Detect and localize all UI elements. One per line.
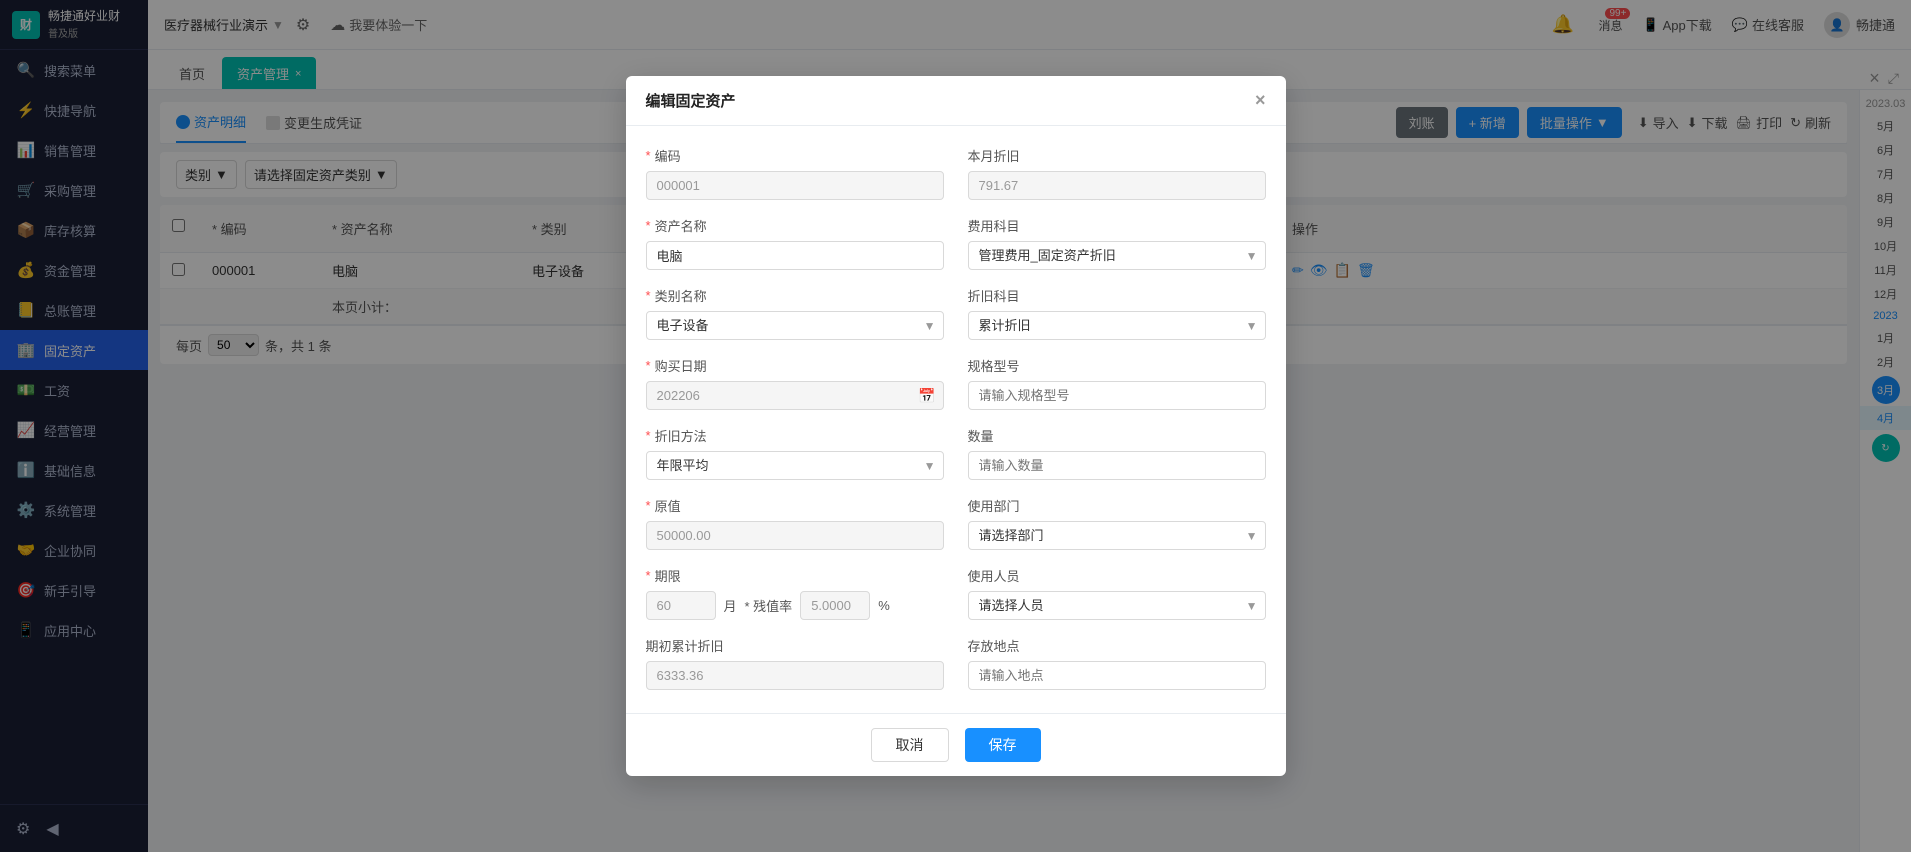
- modal-title: 编辑固定资产: [646, 90, 736, 111]
- initial-accum-input[interactable]: [646, 661, 944, 690]
- person-select[interactable]: 请选择人员: [968, 591, 1266, 620]
- modal-header: 编辑固定资产 ×: [626, 76, 1286, 126]
- purchase-date-input[interactable]: [646, 381, 944, 410]
- edit-asset-modal: 编辑固定资产 × * 编码: [626, 76, 1286, 776]
- person-select-wrap: 请选择人员 ▼: [968, 591, 1266, 620]
- form-left-col: * 编码 * 资产名称: [646, 146, 944, 706]
- save-button[interactable]: 保存: [965, 728, 1041, 762]
- period-residual-group: 月 * 残值率 %: [646, 591, 944, 620]
- cancel-button[interactable]: 取消: [871, 728, 949, 762]
- modal-close-button[interactable]: ×: [1255, 90, 1266, 111]
- form-row-initial-accum: 期初累计折旧: [646, 636, 944, 690]
- code-input[interactable]: [646, 171, 944, 200]
- category-select[interactable]: 电子设备: [646, 311, 944, 340]
- form-row-category: * 类别名称 电子设备 ▼: [646, 286, 944, 340]
- period-input[interactable]: [646, 591, 716, 620]
- form-right-col: 本月折旧 费用科目 管理费用_固定资产折旧 ▼: [968, 146, 1266, 706]
- dept-select-wrap: 请选择部门 ▼: [968, 521, 1266, 550]
- modal-overlay: 编辑固定资产 × * 编码: [0, 0, 1911, 852]
- category-select-wrap: 电子设备 ▼: [646, 311, 944, 340]
- form-row-period-residual: * 期限 月 * 残值率 %: [646, 566, 944, 620]
- form-row-code: * 编码: [646, 146, 944, 200]
- form-row-expense-subject: 费用科目 管理费用_固定资产折旧 ▼: [968, 216, 1266, 270]
- form-row-purchase-date: * 购买日期 📅: [646, 356, 944, 410]
- monthly-dep-input: [968, 171, 1266, 200]
- form-row-original-value: * 原值: [646, 496, 944, 550]
- expense-subject-wrap: 管理费用_固定资产折旧 ▼: [968, 241, 1266, 270]
- spec-input[interactable]: [968, 381, 1266, 410]
- asset-name-input[interactable]: [646, 241, 944, 270]
- purchase-date-wrap: 📅: [646, 381, 944, 410]
- original-value-input[interactable]: [646, 521, 944, 550]
- form-row-location: 存放地点: [968, 636, 1266, 690]
- modal-footer: 取消 保存: [626, 713, 1286, 776]
- dep-subject-wrap: 累计折旧 ▼: [968, 311, 1266, 340]
- dep-method-select-wrap: 年限平均 ▼: [646, 451, 944, 480]
- modal-body: * 编码 * 资产名称: [626, 126, 1286, 713]
- form-row-spec: 规格型号: [968, 356, 1266, 410]
- form-row-dep-method: * 折旧方法 年限平均 ▼: [646, 426, 944, 480]
- quantity-input[interactable]: [968, 451, 1266, 480]
- location-input[interactable]: [968, 661, 1266, 690]
- expense-subject-select[interactable]: 管理费用_固定资产折旧: [968, 241, 1266, 270]
- form-row-dep-subject: 折旧科目 累计折旧 ▼: [968, 286, 1266, 340]
- form-row-dept: 使用部门 请选择部门 ▼: [968, 496, 1266, 550]
- form-row-asset-name: * 资产名称: [646, 216, 944, 270]
- dept-select[interactable]: 请选择部门: [968, 521, 1266, 550]
- form-row-person: 使用人员 请选择人员 ▼: [968, 566, 1266, 620]
- dep-subject-select[interactable]: 累计折旧: [968, 311, 1266, 340]
- form-row-quantity: 数量: [968, 426, 1266, 480]
- dep-method-select[interactable]: 年限平均: [646, 451, 944, 480]
- form-row-monthly-dep: 本月折旧: [968, 146, 1266, 200]
- residual-rate-input[interactable]: [800, 591, 870, 620]
- form-grid: * 编码 * 资产名称: [646, 146, 1266, 706]
